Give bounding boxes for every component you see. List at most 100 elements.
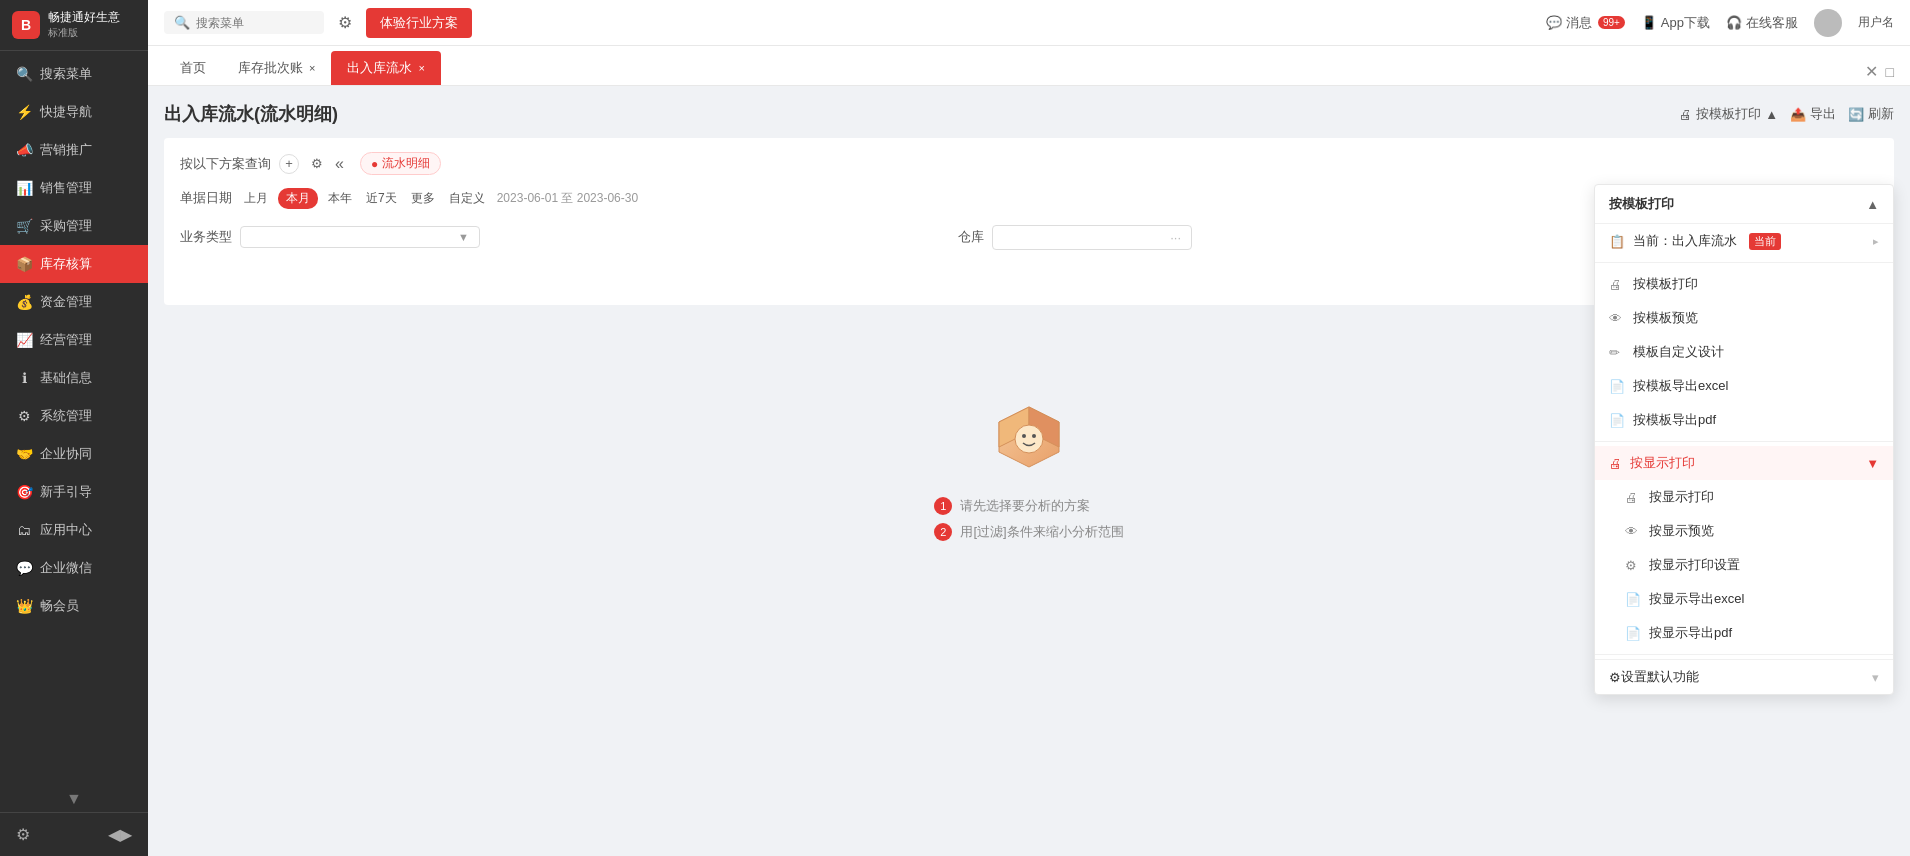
display-print-settings-icon: ⚙ (1625, 558, 1641, 573)
sidebar-scroll-down[interactable]: ▼ (0, 786, 148, 812)
dropdown-item-display-print[interactable]: 🖨 按显示打印 (1595, 480, 1893, 514)
avatar[interactable] (1814, 9, 1842, 37)
flow-detail-tag-label: 流水明细 (382, 155, 430, 172)
template-export-excel-icon: 📄 (1609, 379, 1625, 394)
dropdown-item-display-preview[interactable]: 👁 按显示预览 (1595, 514, 1893, 548)
export-btn[interactable]: 📤 导出 (1790, 105, 1836, 123)
warehouse-select[interactable]: ··· (992, 225, 1192, 250)
display-export-pdf-label: 按显示导出pdf (1649, 624, 1732, 642)
filter-settings-btn[interactable]: ⚙ (307, 154, 327, 174)
dropdown-item-template-export-excel[interactable]: 📄 按模板导出excel (1595, 369, 1893, 403)
topbar-search-box[interactable]: 🔍 (164, 11, 324, 34)
sidebar-item-operations[interactable]: 📈 经营管理 (0, 321, 148, 359)
display-section-title: 按显示打印 (1630, 454, 1695, 472)
dropdown-item-display-export-pdf[interactable]: 📄 按显示导出pdf (1595, 616, 1893, 650)
business-type-select[interactable]: ▼ (240, 226, 480, 248)
collapse-sidebar-icon[interactable]: ◀▶ (108, 825, 132, 844)
step-2-text: 用[过滤]条件来缩小分析范围 (960, 519, 1123, 545)
date-opt-last-month[interactable]: 上月 (240, 188, 272, 209)
marketing-icon: 📣 (16, 142, 32, 158)
current-item-label: 当前：出入库流水 (1633, 232, 1737, 250)
sidebar-item-label: 系统管理 (40, 407, 92, 425)
divider-3 (1595, 654, 1893, 655)
trial-btn[interactable]: 体验行业方案 (366, 8, 472, 38)
app-center-icon: 🗂 (16, 522, 32, 538)
tab-inventory-batch[interactable]: 库存批次账 × (222, 51, 331, 85)
print-icon: 🖨 (1679, 107, 1692, 122)
sidebar-item-sales[interactable]: 📊 销售管理 (0, 169, 148, 207)
dropdown-current-item[interactable]: 📋 当前：出入库流水 当前 ▸ (1595, 224, 1893, 258)
template-print-btn[interactable]: 🖨 按模板打印 ▲ (1679, 105, 1778, 123)
filter-collapse-left-btn[interactable]: « (335, 155, 344, 173)
display-section-icon: 🖨 (1609, 456, 1622, 471)
close-window-btn[interactable]: ✕ (1865, 62, 1878, 81)
warehouse-more-icon[interactable]: ··· (1170, 230, 1181, 245)
step-num-2: 2 (934, 523, 952, 541)
sidebar-item-purchase[interactable]: 🛒 采购管理 (0, 207, 148, 245)
search-menu-icon: 🔍 (16, 66, 32, 82)
template-print-chevron-up: ▲ (1765, 107, 1778, 122)
dropdown-item-display-export-excel[interactable]: 📄 按显示导出excel (1595, 582, 1893, 616)
filter-section-label: 按以下方案查询 + ⚙ « (180, 154, 344, 174)
sidebar-item-search-menu[interactable]: 🔍 搜索菜单 (0, 55, 148, 93)
sidebar-item-quick-nav[interactable]: ⚡ 快捷导航 (0, 93, 148, 131)
sidebar-item-enterprise-collab[interactable]: 🤝 企业协同 (0, 435, 148, 473)
settings-gear-icon[interactable]: ⚙ (338, 13, 352, 32)
date-opt-7days[interactable]: 近7天 (362, 188, 401, 209)
dropdown-panel-collapse-btn[interactable]: ▲ (1866, 197, 1879, 212)
step-1-text: 请先选择要分析的方案 (960, 493, 1090, 519)
dropdown-item-template-print[interactable]: 🖨 按模板打印 (1595, 267, 1893, 301)
sidebar-item-finance[interactable]: 💰 资金管理 (0, 283, 148, 321)
system-icon: ⚙ (16, 408, 32, 424)
dropdown-item-display-print-settings[interactable]: ⚙ 按显示打印设置 (1595, 548, 1893, 582)
close-inventory-flow-tab[interactable]: × (418, 62, 424, 74)
sidebar-item-member[interactable]: 👑 畅会员 (0, 587, 148, 625)
filter-add-btn[interactable]: + (279, 154, 299, 174)
flow-detail-tag-icon: ● (371, 157, 378, 171)
flow-detail-tag[interactable]: ● 流水明细 (360, 152, 441, 175)
tab-inventory-flow[interactable]: 出入库流水 × (331, 51, 440, 85)
date-opt-custom[interactable]: 自定义 (445, 188, 489, 209)
display-sub-items: 🖨 按显示打印 👁 按显示预览 ⚙ 按显示打印设置 📄 按显示导出excel 📄 (1595, 480, 1893, 650)
date-opt-more[interactable]: 更多 (407, 188, 439, 209)
dropdown-item-template-custom[interactable]: ✏ 模板自定义设计 (1595, 335, 1893, 369)
close-inventory-batch-tab[interactable]: × (309, 62, 315, 74)
app-download-btn[interactable]: 📱 App下载 (1641, 14, 1710, 32)
sidebar-item-system[interactable]: ⚙ 系统管理 (0, 397, 148, 435)
topbar-right: 💬 消息 99+ 📱 App下载 🎧 在线客服 用户名 (1546, 9, 1894, 37)
tab-home[interactable]: 首页 (164, 51, 222, 85)
display-print-settings-label: 按显示打印设置 (1649, 556, 1740, 574)
settings-footer-icon[interactable]: ⚙ (16, 825, 30, 844)
dropdown-item-template-preview[interactable]: 👁 按模板预览 (1595, 301, 1893, 335)
sidebar-item-label: 资金管理 (40, 293, 92, 311)
sidebar-item-marketing[interactable]: 📣 营销推广 (0, 131, 148, 169)
date-opt-this-year[interactable]: 本年 (324, 188, 356, 209)
user-name[interactable]: 用户名 (1858, 14, 1894, 31)
display-section-header[interactable]: 🖨 按显示打印 ▼ (1595, 446, 1893, 480)
sidebar-item-base-info[interactable]: ℹ 基础信息 (0, 359, 148, 397)
sidebar-item-inventory[interactable]: 📦 库存核算 (0, 245, 148, 283)
app-logo: B 畅捷通好生意 标准版 (0, 0, 148, 51)
warehouse-label: 仓库 (958, 228, 984, 246)
step-num-1: 1 (934, 497, 952, 515)
template-custom-icon: ✏ (1609, 345, 1625, 360)
maximize-window-btn[interactable]: □ (1886, 64, 1894, 80)
search-input[interactable] (196, 16, 296, 30)
sidebar-item-beginner-guide[interactable]: 🎯 新手引导 (0, 473, 148, 511)
dropdown-item-template-export-pdf[interactable]: 📄 按模板导出pdf (1595, 403, 1893, 437)
dropdown-panel-footer[interactable]: ⚙ 设置默认功能 ▾ (1595, 659, 1893, 694)
empty-step-2: 2 用[过滤]条件来缩小分析范围 (934, 519, 1123, 545)
message-btn[interactable]: 💬 消息 99+ (1546, 14, 1625, 32)
divider-2 (1595, 441, 1893, 442)
empty-step-1: 1 请先选择要分析的方案 (934, 493, 1123, 519)
date-opt-this-month[interactable]: 本月 (278, 188, 318, 209)
inventory-icon: 📦 (16, 256, 32, 272)
refresh-btn[interactable]: 🔄 刷新 (1848, 105, 1894, 123)
empty-state-illustration (979, 377, 1079, 477)
template-print-label: 按模板打印 (1696, 105, 1761, 123)
sidebar-item-app-center[interactable]: 🗂 应用中心 (0, 511, 148, 549)
sidebar-item-enterprise-wechat[interactable]: 💬 企业微信 (0, 549, 148, 587)
current-item-arrow: ▸ (1873, 235, 1879, 248)
online-service-btn[interactable]: 🎧 在线客服 (1726, 14, 1798, 32)
template-print-item-label: 按模板打印 (1633, 275, 1698, 293)
